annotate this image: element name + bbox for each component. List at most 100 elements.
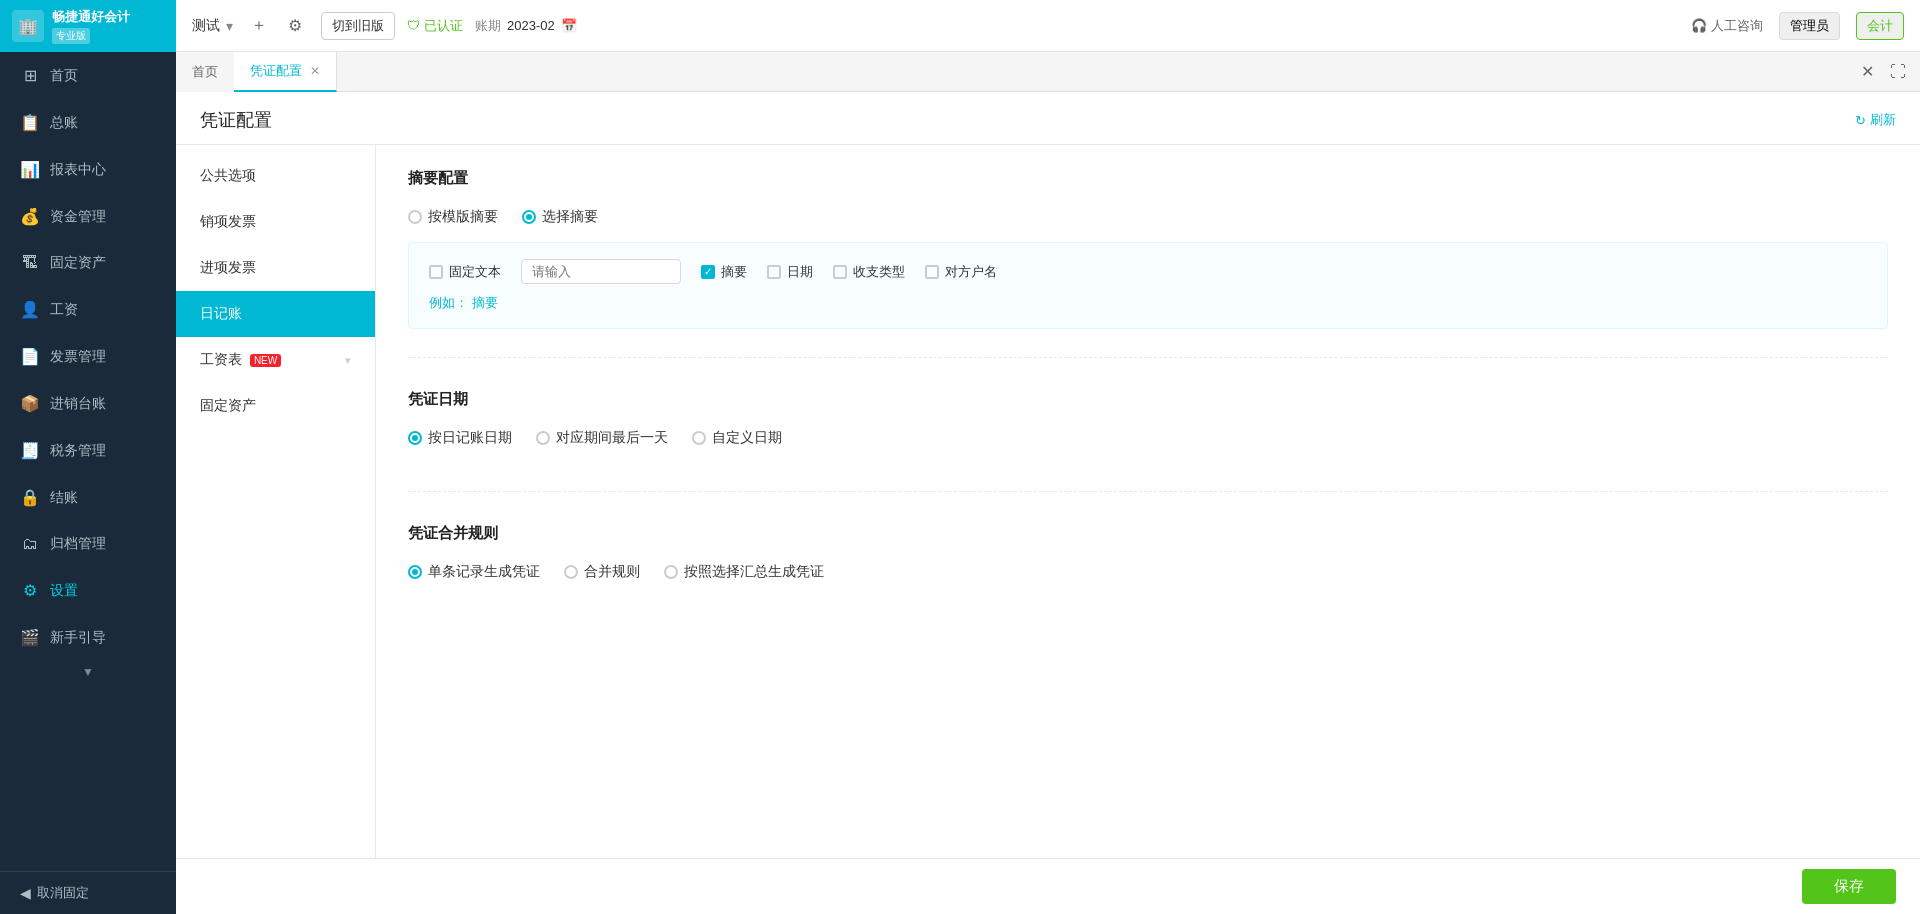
- tab-active-label: 凭证配置: [250, 62, 302, 80]
- page-title-row: 凭证配置 ↻ 刷新: [200, 108, 1896, 132]
- logo-name: 畅捷通好会计: [52, 8, 130, 26]
- fixed-text-input[interactable]: [521, 259, 681, 284]
- sidebar-item-fund-management[interactable]: 💰 资金管理: [0, 193, 176, 240]
- home-icon: ⊞: [20, 66, 40, 85]
- sidebar-item-label: 税务管理: [50, 442, 106, 460]
- checkbox-label-summary: 摘要: [721, 263, 747, 281]
- radio-template-summary[interactable]: 按模版摘要: [408, 208, 498, 226]
- period-value: 2023-02: [507, 18, 555, 33]
- page-header: 凭证配置 ↻ 刷新: [176, 92, 1920, 145]
- tab-maximize-button[interactable]: ⛶: [1884, 59, 1912, 85]
- guide-icon: 🎬: [20, 628, 40, 647]
- left-nav-fixed-assets[interactable]: 固定资产: [176, 383, 375, 429]
- sidebar-logo: 🏢 畅捷通好会计 专业版: [0, 0, 176, 52]
- checkbox-box-income-type: [833, 265, 847, 279]
- section-summary-config: 摘要配置 按模版摘要 选择摘要: [408, 169, 1888, 358]
- refresh-button[interactable]: ↻ 刷新: [1855, 111, 1896, 129]
- topbar-role-button[interactable]: 会计: [1856, 12, 1904, 40]
- sidebar-item-archive-management[interactable]: 🗂 归档管理: [0, 521, 176, 567]
- sidebar-item-settings[interactable]: ⚙ 设置: [0, 567, 176, 614]
- checkbox-date[interactable]: 日期: [767, 263, 813, 281]
- radio-circle-period-last-day: [536, 431, 550, 445]
- sidebar-item-report-center[interactable]: 📊 报表中心: [0, 146, 176, 193]
- checkbox-box-counterparty: [925, 265, 939, 279]
- cancel-fixed-button[interactable]: ◀ 取消固定: [20, 884, 156, 902]
- left-nav-journal[interactable]: 日记账: [176, 291, 375, 337]
- left-nav-label: 固定资产: [200, 397, 256, 413]
- topbar-consult[interactable]: 🎧 人工咨询: [1691, 17, 1763, 35]
- radio-select-summary-generate[interactable]: 按照选择汇总生成凭证: [664, 563, 824, 581]
- left-nav-public-options[interactable]: 公共选项: [176, 153, 375, 199]
- radio-circle-custom-date: [692, 431, 706, 445]
- tab-voucher-config[interactable]: 凭证配置 ✕: [234, 52, 337, 92]
- left-nav: 公共选项 销项发票 进项发票 日记账 工资表 NEW: [176, 145, 376, 858]
- left-nav-label: 日记账: [200, 305, 242, 321]
- tab-close-button[interactable]: ✕: [310, 64, 320, 78]
- refresh-icon: ↻: [1855, 113, 1866, 128]
- calendar-icon[interactable]: 📅: [561, 18, 577, 33]
- sidebar-item-closing[interactable]: 🔒 结账: [0, 474, 176, 521]
- save-button[interactable]: 保存: [1802, 869, 1896, 904]
- sidebar-item-sales-ledger[interactable]: 📦 进销台账: [0, 380, 176, 427]
- checkbox-income-type[interactable]: 收支类型: [833, 263, 905, 281]
- checkbox-summary[interactable]: 摘要: [701, 263, 747, 281]
- ledger-icon: 📋: [20, 113, 40, 132]
- voucher-date-radio-group: 按日记账日期 对应期间最后一天 自定义日期: [408, 429, 1888, 447]
- radio-circle-journal-date: [408, 431, 422, 445]
- topbar-switch-button[interactable]: 切到旧版: [321, 12, 395, 40]
- sidebar-item-beginner-guide[interactable]: 🎬 新手引导: [0, 614, 176, 661]
- radio-select-summary[interactable]: 选择摘要: [522, 208, 598, 226]
- radio-label-journal-date: 按日记账日期: [428, 429, 512, 447]
- radio-journal-date[interactable]: 按日记账日期: [408, 429, 512, 447]
- voucher-merge-title: 凭证合并规则: [408, 524, 1888, 543]
- topbar-user-button[interactable]: 管理员: [1779, 12, 1840, 40]
- archive-icon: 🗂: [20, 535, 40, 553]
- checkbox-box-fixed-text: [429, 265, 443, 279]
- checkbox-area: 固定文本 摘要 日期: [408, 242, 1888, 329]
- checkbox-label-fixed-text: 固定文本: [449, 263, 501, 281]
- topbar-project[interactable]: 测试 ▾: [192, 17, 233, 35]
- sidebar-item-label: 发票管理: [50, 348, 106, 366]
- invoice-icon: 📄: [20, 347, 40, 366]
- radio-label-select: 选择摘要: [542, 208, 598, 226]
- sidebar-item-home[interactable]: ⊞ 首页: [0, 52, 176, 99]
- sidebar-item-fixed-assets[interactable]: 🏗 固定资产: [0, 240, 176, 286]
- tab-home[interactable]: 首页: [176, 52, 234, 92]
- left-nav-payroll-table[interactable]: 工资表 NEW ▾: [176, 337, 375, 383]
- headset-icon: 🎧: [1691, 18, 1707, 33]
- sidebar-footer: ◀ 取消固定: [0, 871, 176, 914]
- checkbox-fixed-text[interactable]: 固定文本: [429, 263, 501, 281]
- radio-custom-date[interactable]: 自定义日期: [692, 429, 782, 447]
- left-nav-label: 销项发票: [200, 213, 256, 229]
- voucher-merge-radio-group: 单条记录生成凭证 合并规则 按照选择汇总生成凭证: [408, 563, 1888, 581]
- right-content: 摘要配置 按模版摘要 选择摘要: [376, 145, 1920, 858]
- new-badge: NEW: [250, 354, 281, 367]
- fixed-assets-icon: 🏗: [20, 254, 40, 272]
- section-voucher-date: 凭证日期 按日记账日期 对应期间最后一天: [408, 390, 1888, 492]
- radio-single-record[interactable]: 单条记录生成凭证: [408, 563, 540, 581]
- refresh-label: 刷新: [1870, 111, 1896, 129]
- tab-window-controls: ✕ ⛶: [1855, 58, 1920, 85]
- checkbox-counterparty[interactable]: 对方户名: [925, 263, 997, 281]
- radio-label-select-summary-generate: 按照选择汇总生成凭证: [684, 563, 824, 581]
- radio-merge-rule[interactable]: 合并规则: [564, 563, 640, 581]
- left-nav-sales-invoice[interactable]: 销项发票: [176, 199, 375, 245]
- sidebar-item-label: 设置: [50, 582, 78, 600]
- shield-icon: 🛡: [407, 18, 420, 33]
- radio-period-last-day[interactable]: 对应期间最后一天: [536, 429, 668, 447]
- period-label: 账期: [475, 17, 501, 35]
- sidebar-item-general-ledger[interactable]: 📋 总账: [0, 99, 176, 146]
- sidebar-item-payroll[interactable]: 👤 工资: [0, 286, 176, 333]
- topbar-actions: ＋ ⚙: [245, 12, 309, 40]
- expand-icon: ▾: [345, 354, 351, 367]
- sidebar-scroll: ⊞ 首页 📋 总账 📊 报表中心 💰 资金管理 🏗 固定资产 👤 工资: [0, 52, 176, 871]
- scroll-down-arrow: ▼: [82, 665, 94, 679]
- left-nav-purchase-invoice[interactable]: 进项发票: [176, 245, 375, 291]
- topbar-certified: 🛡 已认证: [407, 17, 463, 35]
- topbar-settings-button[interactable]: ⚙: [281, 12, 309, 40]
- cancel-fixed-icon: ◀: [20, 885, 31, 901]
- sidebar-item-tax-management[interactable]: 🧾 税务管理: [0, 427, 176, 474]
- tab-close-window-button[interactable]: ✕: [1855, 58, 1880, 85]
- sidebar-item-invoice-management[interactable]: 📄 发票管理: [0, 333, 176, 380]
- topbar-add-button[interactable]: ＋: [245, 12, 273, 40]
